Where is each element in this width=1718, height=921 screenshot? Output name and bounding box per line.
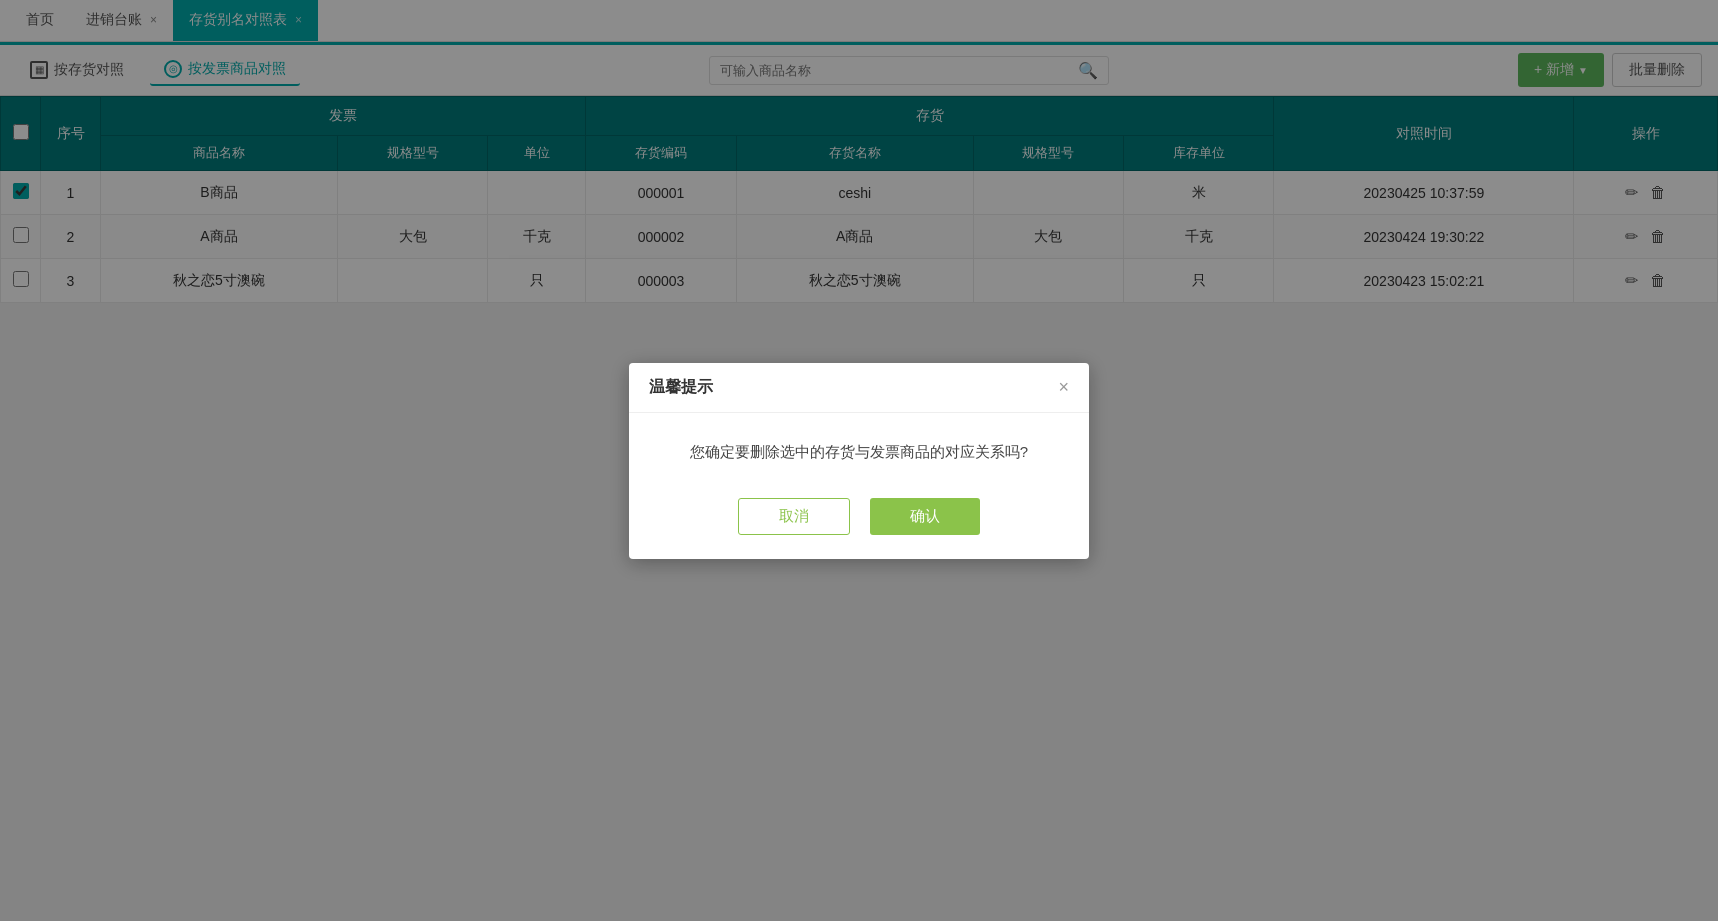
modal-overlay: 温馨提示 × 您确定要删除选中的存货与发票商品的对应关系吗? 取消 确认 [0, 0, 1718, 303]
